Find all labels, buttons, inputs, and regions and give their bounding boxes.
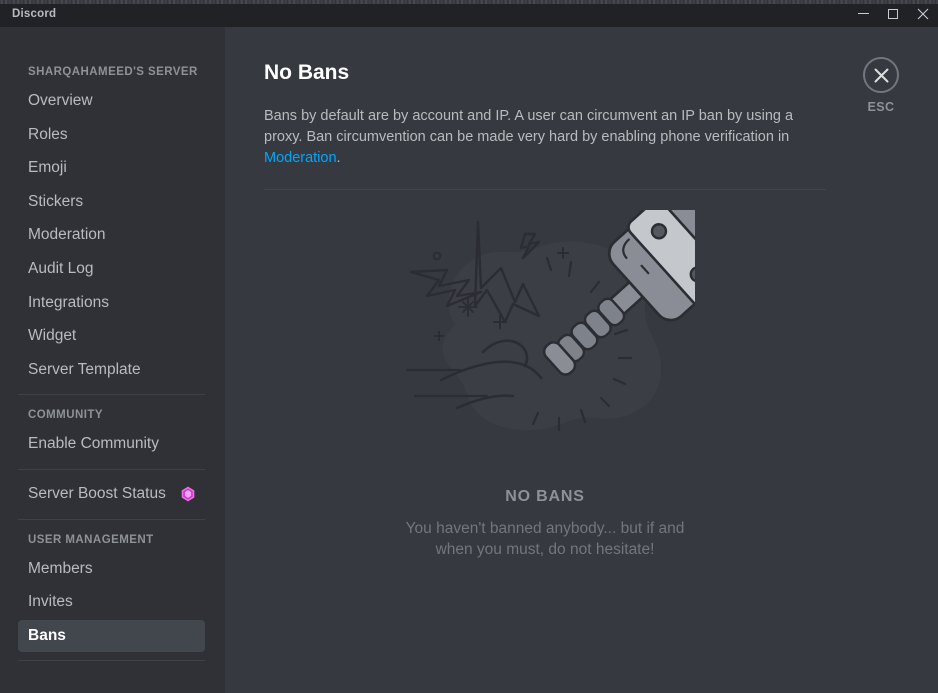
- close-x-icon: [874, 68, 888, 82]
- discord-server-settings-window: Discord SHARQAHAMEED'S SERVER Overview R…: [0, 0, 938, 693]
- content-divider: [264, 189, 826, 191]
- sidebar-divider: [18, 394, 205, 396]
- sidebar-item-label: Audit Log: [28, 259, 94, 277]
- empty-state-message: You haven't banned anybody... but if and…: [405, 520, 685, 558]
- sidebar-item-integrations[interactable]: Integrations: [18, 287, 205, 320]
- sidebar-item-label: Invites: [28, 593, 73, 611]
- minimize-button[interactable]: [848, 0, 878, 27]
- sidebar-item-audit-log[interactable]: Audit Log: [18, 253, 205, 286]
- description-text-before-link: Bans by default are by account and IP. A…: [264, 108, 794, 146]
- sidebar-divider: [18, 660, 205, 662]
- window-titlebar: Discord: [0, 0, 938, 27]
- maximize-button[interactable]: [878, 0, 908, 27]
- sidebar-item-label: Enable Community: [28, 435, 159, 453]
- sidebar-item-overview[interactable]: Overview: [18, 85, 205, 118]
- sidebar-item-label: Integrations: [28, 293, 109, 311]
- sidebar-item-emoji[interactable]: Emoji: [18, 152, 205, 185]
- empty-state: NO BANS You haven't banned anybody... bu…: [225, 210, 865, 560]
- sidebar-item-label: Emoji: [28, 159, 67, 177]
- sidebar-item-label: Server Boost Status: [28, 484, 166, 502]
- sidebar-item-stickers[interactable]: Stickers: [18, 186, 205, 219]
- sidebar-item-label: Overview: [28, 92, 93, 109]
- sidebar-item-label: Stickers: [28, 192, 84, 210]
- close-window-button[interactable]: [908, 0, 938, 27]
- close-window-icon: [917, 8, 929, 19]
- sidebar-item-enable-community[interactable]: Enable Community: [18, 428, 205, 461]
- sidebar-item-server-template[interactable]: Server Template: [18, 354, 205, 387]
- close-settings-circle: [863, 57, 899, 93]
- window-controls: [848, 0, 938, 27]
- sidebar-item-bans[interactable]: Bans: [18, 619, 205, 653]
- sidebar-item-server-boost-status[interactable]: Server Boost Status: [18, 478, 205, 511]
- sidebar-divider: [18, 468, 205, 470]
- nitro-boost-gem-icon: [181, 486, 195, 502]
- sidebar-section-header-server: SHARQAHAMEED'S SERVER: [28, 66, 198, 78]
- sidebar-item-label: Roles: [28, 125, 68, 143]
- ban-hammer-illustration: [405, 210, 695, 432]
- sidebar-nav-list: SHARQAHAMEED'S SERVER Overview Roles Emo…: [0, 60, 225, 662]
- moderation-link[interactable]: Moderation: [264, 150, 337, 166]
- sidebar-section-header-user-management: USER MANAGEMENT: [28, 533, 154, 546]
- minimize-icon: [857, 13, 869, 14]
- page-description: Bans by default are by account and IP. A…: [264, 106, 809, 169]
- esc-label: ESC: [867, 100, 895, 114]
- sidebar-divider: [18, 518, 205, 520]
- description-text-after-link: .: [336, 150, 341, 167]
- empty-state-title: NO BANS: [505, 488, 585, 505]
- sidebar-item-label: Widget: [28, 327, 77, 345]
- sidebar-item-label: Members: [28, 559, 93, 577]
- page-title: No Bans: [264, 61, 350, 84]
- sidebar-item-members[interactable]: Members: [18, 553, 205, 586]
- settings-sidebar[interactable]: SHARQAHAMEED'S SERVER Overview Roles Emo…: [0, 27, 225, 693]
- sidebar-item-widget[interactable]: Widget: [18, 320, 205, 353]
- close-settings-button[interactable]: ESC: [851, 57, 911, 114]
- sidebar-item-invites[interactable]: Invites: [18, 586, 205, 619]
- sidebar-item-roles[interactable]: Roles: [18, 119, 205, 152]
- app-title: Discord: [12, 7, 57, 20]
- maximize-icon: [888, 8, 898, 19]
- titlebar-texture: [0, 0, 938, 4]
- sidebar-item-moderation[interactable]: Moderation: [18, 219, 205, 252]
- sidebar-section-header-community: COMMUNITY: [28, 409, 103, 422]
- sidebar-item-label: Bans: [28, 626, 66, 644]
- sidebar-item-label: Server Template: [28, 360, 141, 378]
- sidebar-item-label: Moderation: [28, 226, 106, 244]
